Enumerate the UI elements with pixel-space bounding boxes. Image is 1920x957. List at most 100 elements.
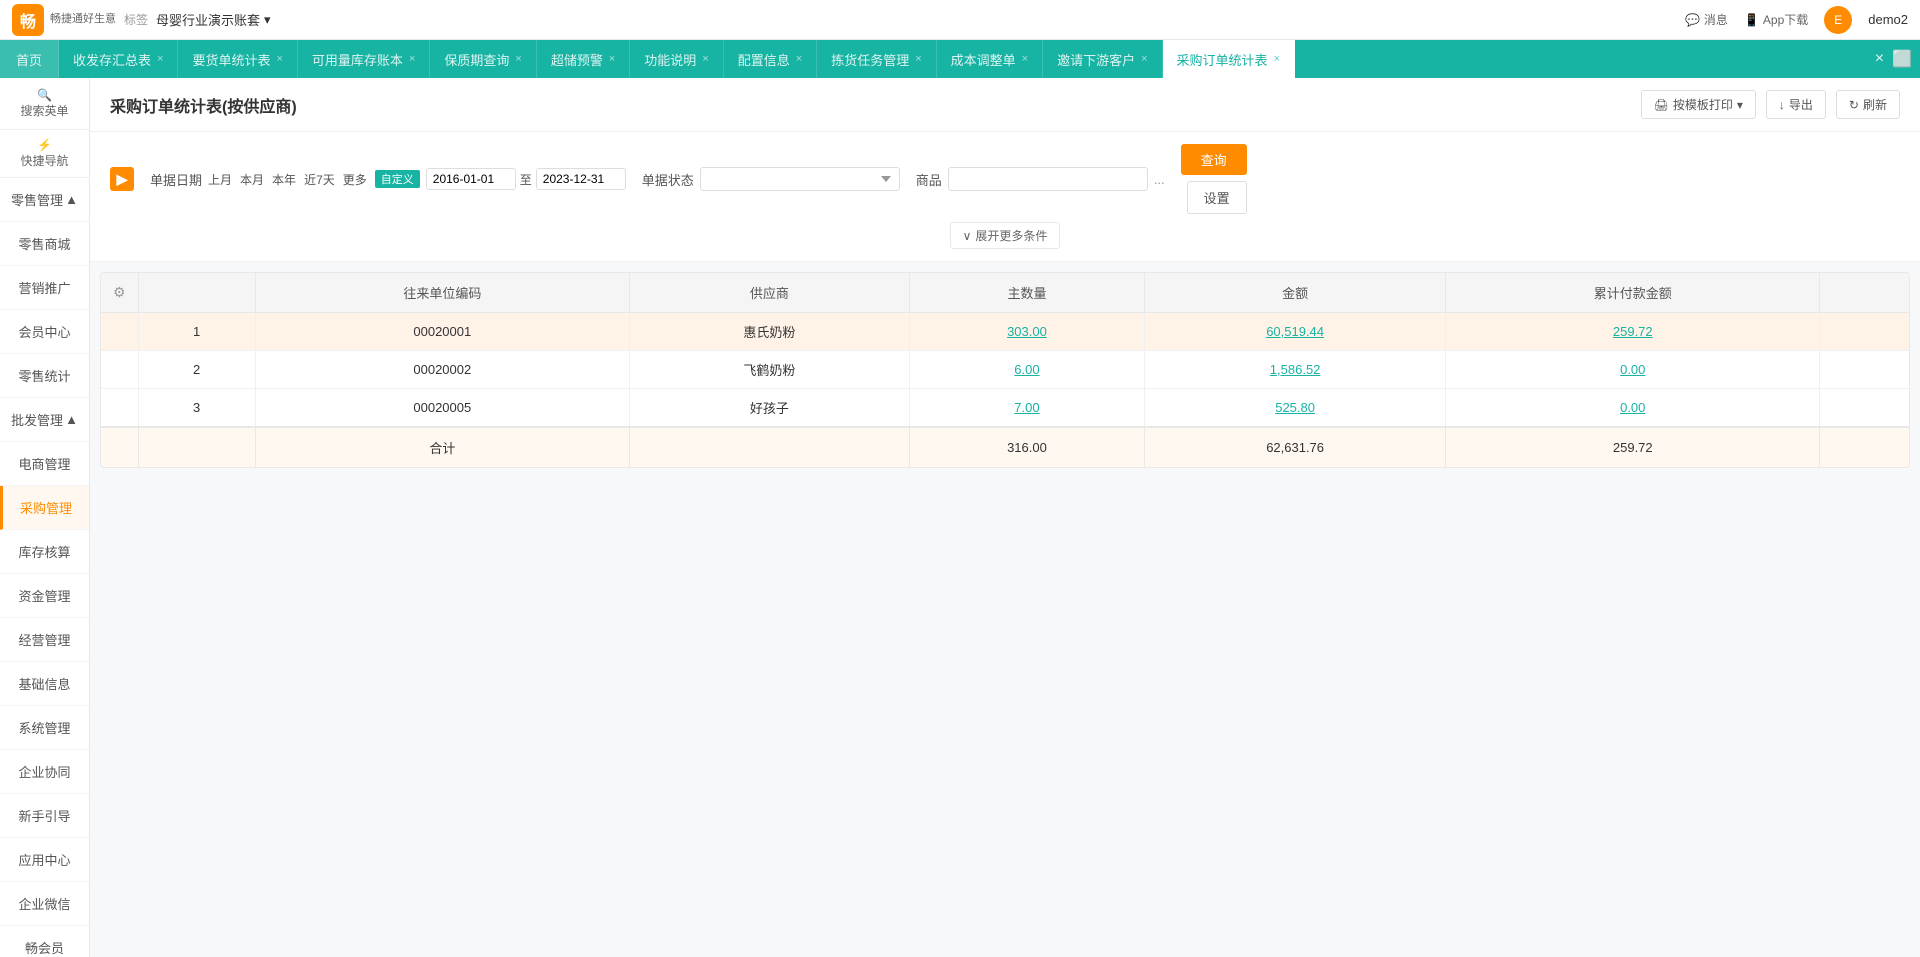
message-label: 消息 — [1704, 11, 1728, 28]
sidebar-item-enterprise-collab[interactable]: 企业协同 — [0, 750, 89, 794]
sidebar-item-ecommerce[interactable]: 电商管理 — [0, 442, 89, 486]
close-tab-icon[interactable]: × — [1875, 50, 1884, 68]
table-header-row: ⚙ 往来单位编码 供应商 主数量 金额 累计付款金额 — [101, 273, 1909, 313]
sidebar-retail-mgmt-label: 零售管理 — [11, 190, 63, 209]
date-shortcuts: 上月 本月 本年 近7天 更多 自定义 — [208, 170, 420, 188]
tab-warranty[interactable]: 保质期查询 × — [430, 40, 536, 78]
td-main-qty-2[interactable]: 6.00 — [909, 351, 1144, 389]
nav-tabs-actions: × ⬜ — [1875, 49, 1920, 69]
tab-purchase-stat[interactable]: 要货单统计表 × — [178, 40, 297, 78]
sidebar-item-wholesale-mgmt[interactable]: 批发管理 ▲ — [0, 398, 89, 442]
date-shortcut-more[interactable]: 更多 — [343, 171, 367, 188]
sidebar-item-fund-mgmt[interactable]: 资金管理 — [0, 574, 89, 618]
sidebar-search-label: 搜索英单 — [8, 102, 81, 119]
tab-purchase-order-stat[interactable]: 采购订单统计表 × — [1163, 40, 1295, 78]
message-action[interactable]: 💬 消息 — [1685, 11, 1728, 28]
filter-toggle-button[interactable]: ▶ — [110, 167, 134, 191]
tab-config[interactable]: 配置信息 × — [724, 40, 817, 78]
date-to-input[interactable]: 2023-12-31 — [536, 168, 626, 190]
td-amount-2[interactable]: 1,586.52 — [1145, 351, 1446, 389]
date-shortcut-last-month[interactable]: 上月 — [208, 171, 232, 188]
sidebar-item-app-center[interactable]: 应用中心 — [0, 838, 89, 882]
refresh-button[interactable]: ↻ 刷新 — [1836, 90, 1900, 119]
sidebar-item-ops-mgmt[interactable]: 经营管理 — [0, 618, 89, 662]
tab-stock-account[interactable]: 可用量库存账本 × — [298, 40, 430, 78]
sidebar-item-member[interactable]: 畅会员 — [0, 926, 89, 957]
sidebar-member-center-label: 会员中心 — [18, 325, 70, 340]
sidebar-item-quick-nav[interactable]: ⚡ 快捷导航 — [0, 130, 89, 178]
sidebar-item-sys-mgmt[interactable]: 系统管理 — [0, 706, 89, 750]
sidebar-item-retail-stat[interactable]: 零售统计 — [0, 354, 89, 398]
export-button[interactable]: ↓ 导出 — [1766, 90, 1826, 119]
tab-task-mgmt-close[interactable]: × — [915, 53, 921, 65]
goods-filter-input[interactable] — [948, 167, 1148, 191]
tab-purchase-order-stat-close[interactable]: × — [1274, 53, 1280, 65]
date-shortcut-this-month[interactable]: 本月 — [240, 171, 264, 188]
td-main-qty-3[interactable]: 7.00 — [909, 389, 1144, 428]
tab-task-mgmt[interactable]: 拣货任务管理 × — [817, 40, 936, 78]
td-cum-payment-1[interactable]: 259.72 — [1446, 313, 1820, 351]
sidebar-quick-nav-label: 快捷导航 — [0, 152, 89, 169]
td-supplier-3: 好孩子 — [629, 389, 909, 428]
td-extra-3 — [1820, 389, 1909, 428]
chevron-down-icon: ▲ — [65, 192, 78, 207]
sidebar-item-retail-shop[interactable]: 零售商城 — [0, 222, 89, 266]
date-shortcut-this-year[interactable]: 本年 — [272, 171, 296, 188]
tab-config-close[interactable]: × — [796, 53, 802, 65]
account-selector[interactable]: 母婴行业演示账套 ▾ — [156, 10, 271, 29]
tab-receive[interactable]: 收发存汇总表 × — [59, 40, 178, 78]
user-avatar[interactable]: E — [1824, 6, 1852, 34]
th-settings: ⚙ — [101, 273, 138, 313]
sidebar-stock-check-label: 库存核算 — [18, 545, 70, 560]
table-settings-icon[interactable]: ⚙ — [113, 284, 126, 300]
page-title: 采购订单统计表(按供应商) — [110, 93, 297, 117]
sidebar-item-search[interactable]: 🔍 搜索英单 — [0, 78, 89, 130]
maximize-tab-icon[interactable]: ⬜ — [1892, 49, 1912, 69]
account-name: 母婴行业演示账套 — [156, 10, 260, 29]
tab-stock-account-close[interactable]: × — [409, 53, 415, 65]
date-shortcut-7days[interactable]: 近7天 — [304, 171, 335, 188]
tab-function-desc-close[interactable]: × — [702, 53, 708, 65]
table-footer-row: 合计 316.00 62,631.76 259.72 — [101, 427, 1909, 467]
tab-cost-adjust[interactable]: 成本调整单 × — [937, 40, 1043, 78]
td-cum-payment-3[interactable]: 0.00 — [1446, 389, 1820, 428]
td-amount-3[interactable]: 525.80 — [1145, 389, 1446, 428]
th-main-qty: 主数量 — [909, 273, 1144, 313]
tab-cost-adjust-close[interactable]: × — [1022, 53, 1028, 65]
tab-home[interactable]: 首页 — [0, 40, 59, 78]
goods-more-icon[interactable]: ... — [1154, 172, 1165, 187]
td-cum-payment-2[interactable]: 0.00 — [1446, 351, 1820, 389]
tab-overstock-close[interactable]: × — [609, 53, 615, 65]
sidebar-item-stock-check[interactable]: 库存核算 — [0, 530, 89, 574]
wholesale-mgmt-row: 批发管理 ▲ — [4, 410, 85, 429]
sidebar-item-basic-info[interactable]: 基础信息 — [0, 662, 89, 706]
expand-more-button[interactable]: ∨ 展开更多条件 — [950, 222, 1061, 249]
tab-invite-customer-close[interactable]: × — [1141, 53, 1147, 65]
printer-icon: 🖨 — [1654, 98, 1669, 112]
sidebar-item-marketing[interactable]: 营销推广 — [0, 266, 89, 310]
tab-invite-customer[interactable]: 邀请下游客户 × — [1043, 40, 1162, 78]
sidebar-enterprise-wechat-label: 企业微信 — [18, 897, 70, 912]
tab-overstock[interactable]: 超储预警 × — [537, 40, 630, 78]
sidebar-item-enterprise-wechat[interactable]: 企业微信 — [0, 882, 89, 926]
td-main-qty-1[interactable]: 303.00 — [909, 313, 1144, 351]
sidebar-item-new-guide[interactable]: 新手引导 — [0, 794, 89, 838]
sidebar-item-purchase-mgmt[interactable]: 采购管理 — [0, 486, 89, 530]
sidebar-item-member-center[interactable]: 会员中心 — [0, 310, 89, 354]
td-amount-1[interactable]: 60,519.44 — [1145, 313, 1446, 351]
toggle-icon: ▶ — [117, 171, 128, 188]
tab-receive-close[interactable]: × — [157, 53, 163, 65]
sidebar-item-retail-mgmt[interactable]: 零售管理 ▲ — [0, 178, 89, 222]
tab-function-desc[interactable]: 功能说明 × — [630, 40, 723, 78]
settings-button[interactable]: 设置 — [1187, 181, 1247, 214]
date-from-input[interactable]: 2016-01-01 — [426, 168, 516, 190]
tab-purchase-order-stat-label: 采购订单统计表 — [1177, 50, 1268, 69]
tab-warranty-close[interactable]: × — [515, 53, 521, 65]
td-partner-code-1: 00020001 — [255, 313, 629, 351]
query-button[interactable]: 查询 — [1181, 144, 1247, 175]
tab-purchase-stat-close[interactable]: × — [276, 53, 282, 65]
template-print-button[interactable]: 🖨 按模板打印 ▾ — [1641, 90, 1756, 119]
status-filter-select[interactable] — [700, 167, 900, 191]
app-download-action[interactable]: 📱 App下载 — [1744, 11, 1808, 28]
user-name[interactable]: demo2 — [1868, 12, 1908, 27]
